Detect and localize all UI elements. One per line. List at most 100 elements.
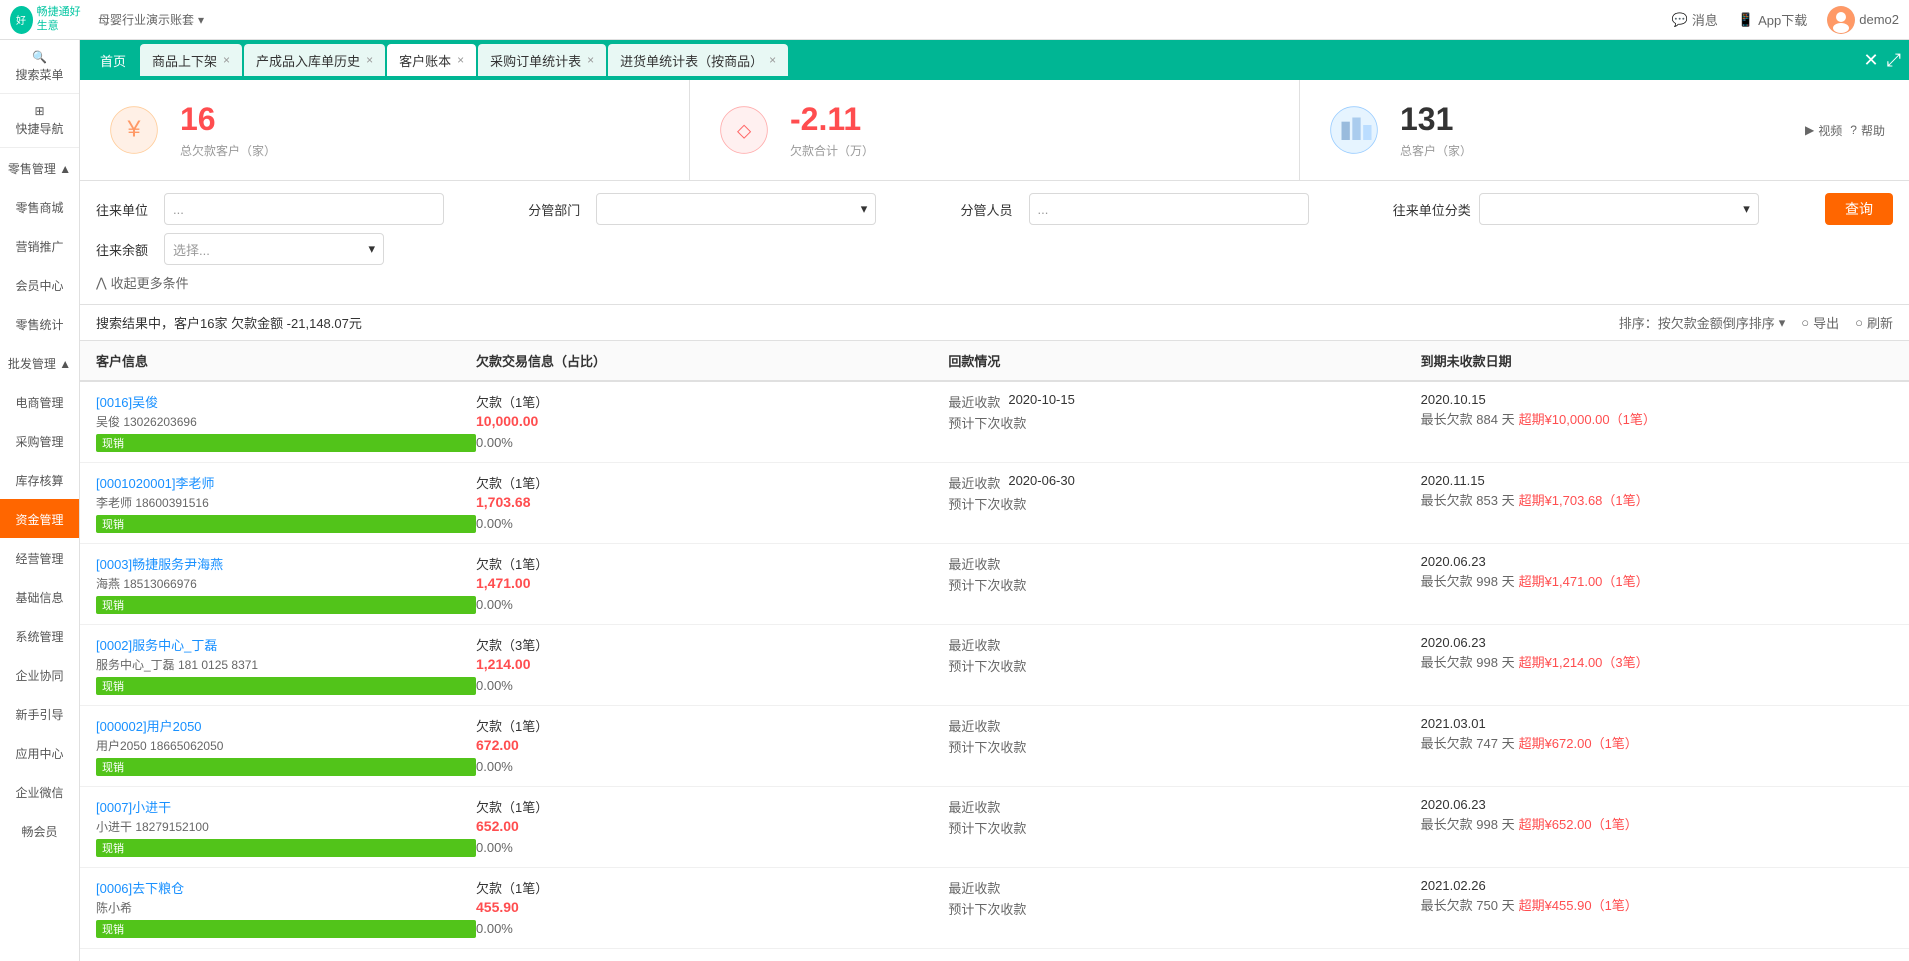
app-download-btn[interactable]: 📱 App下载	[1738, 10, 1807, 29]
refresh-btn[interactable]: ○ 刷新	[1855, 313, 1893, 332]
customer-name-2[interactable]: [0003]畅捷服务尹海燕	[96, 554, 476, 573]
person-input[interactable]: ...	[1029, 193, 1309, 225]
customer-info-4: [000002]用户2050 用户2050 18665062050 现销	[96, 716, 476, 776]
sidebar-item-wechat[interactable]: 企业微信	[0, 772, 79, 811]
tab-customer-account[interactable]: 客户账本 ×	[387, 44, 476, 76]
collapse-button[interactable]: ⋀ 收起更多条件	[96, 273, 1893, 292]
expire-amount-4[interactable]: 超期¥672.00（1笔）	[1519, 733, 1638, 752]
search-icon: 🔍	[4, 50, 75, 64]
fullscreen-btn[interactable]: ⤢	[1887, 50, 1901, 71]
tab-purchase-stat-close[interactable]: ×	[769, 53, 776, 67]
filter-row-2: 往来余额 选择... ▾	[96, 233, 1893, 265]
table-row: [0006]去下粮仓 陈小希 现销 欠款（1笔） 455.90 0.00% 最近…	[80, 868, 1909, 949]
export-btn[interactable]: ○ 导出	[1801, 313, 1839, 332]
sidebar-item-batch-mgmt[interactable]: 批发管理 ▲	[0, 343, 79, 382]
debt-info-4: 欠款（1笔） 672.00 0.00%	[476, 716, 948, 774]
stats-bar: ¥ 16 总欠款客户（家） ◇	[80, 80, 1909, 181]
expire-amount-3[interactable]: 超期¥1,214.00（3笔）	[1519, 652, 1649, 671]
expire-amount-1[interactable]: 超期¥1,703.68（1笔）	[1519, 490, 1649, 509]
tab-purchase-order-close[interactable]: ×	[587, 53, 594, 67]
export-icon: ○	[1801, 315, 1809, 330]
app-download-label: App下载	[1758, 10, 1807, 29]
sidebar-search[interactable]: 🔍 搜索菜单	[0, 40, 79, 93]
payback-info-2: 最近收款 预计下次收款	[948, 554, 1420, 594]
expire-date-2: 2020.06.23	[1421, 554, 1893, 569]
sort-dropdown[interactable]: 排序：按欠款金额倒序排序 ▾	[1619, 313, 1786, 332]
expire-days-2: 最长欠款 998 天	[1421, 571, 1515, 590]
tab-product-shelf[interactable]: 商品上下架 ×	[140, 44, 242, 76]
dept-select[interactable]: ▾	[596, 193, 876, 225]
tab-product-history-close[interactable]: ×	[366, 53, 373, 67]
tab-customer-account-label: 客户账本	[399, 51, 451, 70]
sidebar-item-marketing[interactable]: 营销推广	[0, 226, 79, 265]
unit-category-label: 往来单位分类	[1393, 200, 1471, 219]
expire-date-0: 2020.10.15	[1421, 392, 1893, 407]
recent-payment-label-0: 最近收款	[948, 392, 1000, 411]
sidebar-item-member-vip[interactable]: 畅会员	[0, 811, 79, 850]
sidebar-item-enterprise[interactable]: 企业协同	[0, 655, 79, 694]
debt-amount-2[interactable]: 1,471.00	[476, 575, 948, 591]
customer-info-3: [0002]服务中心_丁磊 服务中心_丁磊 181 0125 8371 现销	[96, 635, 476, 695]
refresh-label: 刷新	[1867, 313, 1893, 332]
next-payment-label-6: 预计下次收款	[948, 899, 1026, 918]
sidebar-item-operation[interactable]: 经营管理	[0, 538, 79, 577]
expire-amount-2[interactable]: 超期¥1,471.00（1笔）	[1519, 571, 1649, 590]
sidebar-item-retail-mgmt[interactable]: 零售管理 ▲	[0, 148, 79, 187]
source-unit-input[interactable]: ...	[164, 193, 444, 225]
debt-amount-0[interactable]: 10,000.00	[476, 413, 948, 429]
customer-name-1[interactable]: [0001020001]李老师	[96, 473, 476, 492]
sidebar-item-guide[interactable]: 新手引导	[0, 694, 79, 733]
sidebar-item-member[interactable]: 会员中心	[0, 265, 79, 304]
debt-amount-6[interactable]: 455.90	[476, 899, 948, 915]
sidebar-item-ecommerce[interactable]: 电商管理	[0, 382, 79, 421]
sidebar-item-finance[interactable]: 资金管理	[0, 499, 79, 538]
tab-product-history-label: 产成品入库单历史	[256, 51, 360, 70]
debt-amount-3[interactable]: 1,214.00	[476, 656, 948, 672]
customer-name-6[interactable]: [0006]去下粮仓	[96, 878, 476, 897]
tab-product-shelf-close[interactable]: ×	[223, 53, 230, 67]
close-all-tabs-btn[interactable]: ✕	[1864, 50, 1879, 71]
sidebar-item-inventory[interactable]: 库存核算	[0, 460, 79, 499]
customer-tag-6: 现销	[96, 920, 476, 938]
filter-unit-category: 往来单位分类 ▾	[1393, 193, 1809, 225]
sidebar-item-app-center[interactable]: 应用中心	[0, 733, 79, 772]
sidebar-item-system[interactable]: 系统管理	[0, 616, 79, 655]
balance-select[interactable]: 选择... ▾	[164, 233, 384, 265]
person-label: 分管人员	[961, 200, 1021, 219]
tab-home[interactable]: 首页	[88, 44, 138, 76]
message-btn[interactable]: 💬 消息	[1672, 10, 1718, 29]
tab-customer-account-close[interactable]: ×	[457, 53, 464, 67]
help-btn[interactable]: ? 帮助	[1850, 122, 1885, 139]
table-row: [000001]黄思源 黄思源 13552700226 现销 欠款（1笔） 42…	[80, 949, 1909, 961]
sidebar-quick-nav[interactable]: ⊞ 快捷导航	[0, 94, 79, 147]
debt-amount-4[interactable]: 672.00	[476, 737, 948, 753]
customer-name-3[interactable]: [0002]服务中心_丁磊	[96, 635, 476, 654]
debt-amount-1[interactable]: 1,703.68	[476, 494, 948, 510]
sidebar-item-basic-info[interactable]: 基础信息	[0, 577, 79, 616]
expire-amount-6[interactable]: 超期¥455.90（1笔）	[1519, 895, 1638, 914]
user-avatar-area[interactable]: demo2	[1827, 6, 1899, 34]
debt-amount-5[interactable]: 652.00	[476, 818, 948, 834]
tab-purchase-stat[interactable]: 进货单统计表（按商品） ×	[608, 44, 788, 76]
tab-purchase-order[interactable]: 采购订单统计表 ×	[478, 44, 606, 76]
customer-name-0[interactable]: [0016]吴俊	[96, 392, 476, 411]
customer-name-5[interactable]: [0007]小进干	[96, 797, 476, 816]
video-btn[interactable]: ▶ 视频	[1805, 122, 1842, 139]
table-row: [0007]小进干 小进干 18279152100 现销 欠款（1笔） 652.…	[80, 787, 1909, 868]
query-button[interactable]: 查询	[1825, 193, 1893, 225]
customer-phone-5: 小进干 18279152100	[96, 818, 476, 835]
unit-category-select[interactable]: ▾	[1479, 193, 1759, 225]
sidebar-item-retail-stat[interactable]: 零售统计	[0, 304, 79, 343]
sidebar-item-purchase[interactable]: 采购管理	[0, 421, 79, 460]
expire-amount-0[interactable]: 超期¥10,000.00（1笔）	[1519, 409, 1656, 428]
next-payment-label-3: 预计下次收款	[948, 656, 1026, 675]
tab-product-history[interactable]: 产成品入库单历史 ×	[244, 44, 385, 76]
company-selector[interactable]: 母婴行业演示账套 ▾	[98, 11, 204, 28]
expire-info-0: 2020.10.15 最长欠款 884 天 超期¥10,000.00（1笔）	[1421, 392, 1893, 428]
table-row: [0001020001]李老师 李老师 18600391516 现销 欠款（1笔…	[80, 463, 1909, 544]
customer-tag-5: 现销	[96, 839, 476, 857]
payback-info-5: 最近收款 预计下次收款	[948, 797, 1420, 837]
customer-name-4[interactable]: [000002]用户2050	[96, 716, 476, 735]
expire-amount-5[interactable]: 超期¥652.00（1笔）	[1519, 814, 1638, 833]
sidebar-item-retail-store[interactable]: 零售商城	[0, 187, 79, 226]
